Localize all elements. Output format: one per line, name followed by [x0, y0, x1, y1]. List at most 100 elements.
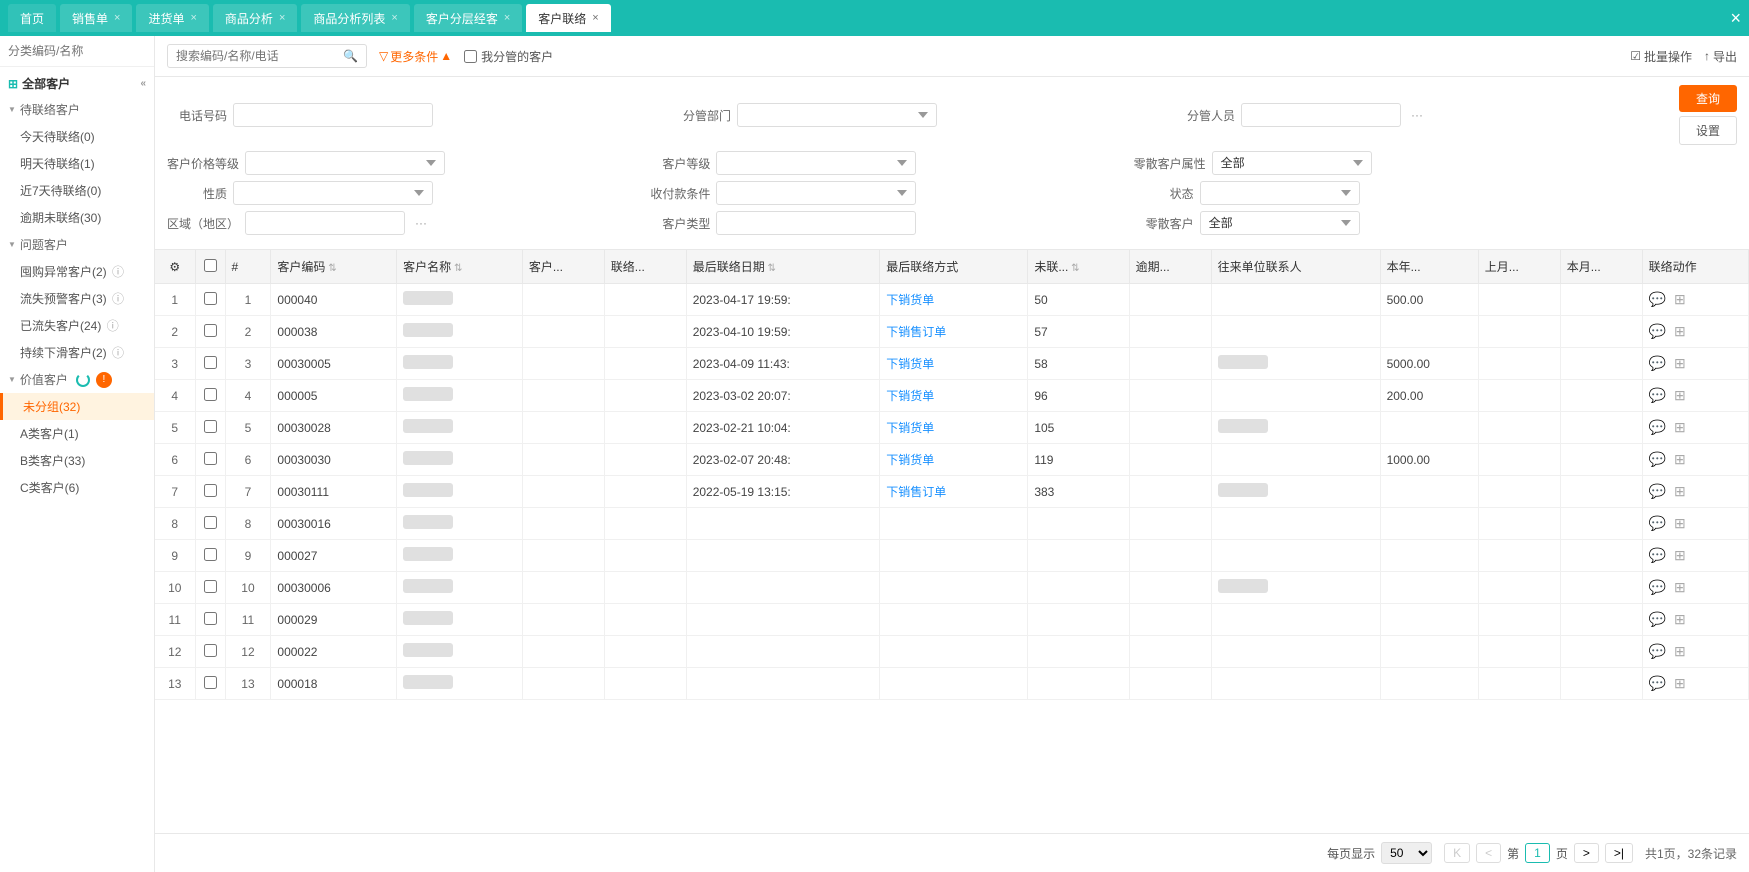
- chat-icon[interactable]: 💬: [1649, 579, 1666, 596]
- my-customers-check[interactable]: [464, 50, 477, 63]
- region-more-btn[interactable]: ···: [411, 216, 431, 230]
- sidebar-item-tomorrow-pending[interactable]: 明天待联络(1): [0, 150, 154, 177]
- my-customers-checkbox[interactable]: 我分管的客户: [464, 48, 553, 65]
- contact-type-link[interactable]: 下销货单: [886, 453, 934, 467]
- price-level-select[interactable]: [245, 151, 445, 175]
- status-select[interactable]: [1200, 181, 1360, 205]
- sidebar-search-input[interactable]: [8, 44, 155, 58]
- close-customer-contact-tab[interactable]: ×: [592, 12, 598, 24]
- sidebar-item-declining[interactable]: 持续下滑客户(2) ⓘ: [0, 339, 154, 366]
- search-icon[interactable]: 🔍: [343, 49, 358, 63]
- chat-icon[interactable]: 💬: [1649, 675, 1666, 692]
- reset-button[interactable]: 设置: [1679, 116, 1737, 145]
- chat-icon[interactable]: 💬: [1649, 323, 1666, 340]
- chat-icon[interactable]: 💬: [1649, 643, 1666, 660]
- tab-sales[interactable]: 销售单 ×: [60, 4, 132, 32]
- apps-icon[interactable]: ⊞: [1674, 451, 1686, 468]
- row-checkbox-1[interactable]: [204, 324, 217, 337]
- th-last-contact-date[interactable]: 最后联络日期: [686, 250, 880, 284]
- query-button[interactable]: 查询: [1679, 85, 1737, 112]
- row-checkbox-12[interactable]: [204, 676, 217, 689]
- row-checkbox-3[interactable]: [204, 388, 217, 401]
- chat-icon[interactable]: 💬: [1649, 419, 1666, 436]
- apps-icon[interactable]: ⊞: [1674, 611, 1686, 628]
- apps-icon[interactable]: ⊞: [1674, 675, 1686, 692]
- chat-icon[interactable]: 💬: [1649, 387, 1666, 404]
- row-checkbox-7[interactable]: [204, 516, 217, 529]
- first-page-button[interactable]: K: [1444, 843, 1470, 863]
- close-product-analysis-tab[interactable]: ×: [279, 12, 285, 24]
- close-purchase-tab[interactable]: ×: [190, 12, 196, 24]
- customer-level-select[interactable]: [716, 151, 916, 175]
- sidebar-group-problem[interactable]: ▼ 问题客户: [0, 231, 154, 258]
- person-more-btn[interactable]: ···: [1407, 108, 1427, 122]
- apps-icon[interactable]: ⊞: [1674, 547, 1686, 564]
- row-checkbox-8[interactable]: [204, 548, 217, 561]
- sidebar-item-today-pending[interactable]: 今天待联络(0): [0, 123, 154, 150]
- row-checkbox-10[interactable]: [204, 612, 217, 625]
- contact-type-link[interactable]: 下销货单: [886, 357, 934, 371]
- contact-type-link[interactable]: 下销货单: [886, 389, 934, 403]
- tab-purchase[interactable]: 进货单 ×: [136, 4, 208, 32]
- sidebar-item-abnormal-purchase[interactable]: 囤购异常客户(2) ⓘ: [0, 258, 154, 285]
- th-name[interactable]: 客户名称: [397, 250, 523, 284]
- close-product-analysis-list-tab[interactable]: ×: [391, 12, 397, 24]
- sidebar-item-overdue-contact[interactable]: 逾期未联络(30): [0, 204, 154, 231]
- region-input[interactable]: [245, 211, 405, 235]
- sidebar-item-ungrouped[interactable]: 未分组(32): [0, 393, 154, 420]
- tab-customer-segment[interactable]: 客户分层经客 ×: [414, 4, 522, 32]
- row-checkbox-4[interactable]: [204, 420, 217, 433]
- sidebar-group-pending[interactable]: ▼ 待联络客户: [0, 96, 154, 123]
- apps-icon[interactable]: ⊞: [1674, 323, 1686, 340]
- tab-product-analysis-list[interactable]: 商品分析列表 ×: [301, 4, 409, 32]
- export-button[interactable]: ↑ 导出: [1704, 48, 1737, 65]
- row-checkbox-11[interactable]: [204, 644, 217, 657]
- batch-op-button[interactable]: ☑ 批量操作: [1630, 48, 1692, 65]
- apps-icon[interactable]: ⊞: [1674, 355, 1686, 372]
- customer-type-input[interactable]: [716, 211, 916, 235]
- last-page-button[interactable]: >|: [1605, 843, 1633, 863]
- more-conditions-button[interactable]: ▽ 更多条件 ▲: [379, 48, 452, 65]
- tab-home[interactable]: 首页: [8, 4, 56, 32]
- chat-icon[interactable]: 💬: [1649, 611, 1666, 628]
- payment-select[interactable]: [716, 181, 916, 205]
- apps-icon[interactable]: ⊞: [1674, 579, 1686, 596]
- tab-customer-contact[interactable]: 客户联络 ×: [526, 4, 610, 32]
- refresh-icon[interactable]: [76, 373, 90, 387]
- th-no-contact[interactable]: 未联...: [1028, 250, 1129, 284]
- select-all-checkbox[interactable]: [204, 259, 217, 272]
- sidebar-item-lost-customers[interactable]: 已流失客户(24) ⓘ: [0, 312, 154, 339]
- close-customer-segment-tab[interactable]: ×: [504, 12, 510, 24]
- chat-icon[interactable]: 💬: [1649, 451, 1666, 468]
- row-checkbox-6[interactable]: [204, 484, 217, 497]
- th-code[interactable]: 客户编码: [271, 250, 397, 284]
- contact-type-link[interactable]: 下销货单: [886, 421, 934, 435]
- sidebar-group-value[interactable]: ▼ 价值客户 !: [0, 366, 154, 393]
- apps-icon[interactable]: ⊞: [1674, 515, 1686, 532]
- apps-icon[interactable]: ⊞: [1674, 643, 1686, 660]
- tab-product-analysis[interactable]: 商品分析 ×: [213, 4, 297, 32]
- contact-type-link[interactable]: 下销售订单: [886, 325, 946, 339]
- apps-icon[interactable]: ⊞: [1674, 291, 1686, 308]
- chat-icon[interactable]: 💬: [1649, 547, 1666, 564]
- th-settings[interactable]: ⚙: [155, 250, 195, 284]
- chat-icon[interactable]: 💬: [1649, 291, 1666, 308]
- person-input[interactable]: [1241, 103, 1401, 127]
- sidebar-item-class-b[interactable]: B类客户(33): [0, 447, 154, 474]
- page-size-select[interactable]: 50 20 100: [1381, 842, 1432, 864]
- chat-icon[interactable]: 💬: [1649, 483, 1666, 500]
- chat-icon[interactable]: 💬: [1649, 515, 1666, 532]
- sidebar-item-class-c[interactable]: C类客户(6): [0, 474, 154, 501]
- row-checkbox-2[interactable]: [204, 356, 217, 369]
- window-close-button[interactable]: ×: [1730, 8, 1741, 29]
- retail-select[interactable]: 全部: [1200, 211, 1360, 235]
- chat-icon[interactable]: 💬: [1649, 355, 1666, 372]
- contact-type-link[interactable]: 下销售订单: [886, 485, 946, 499]
- contact-type-link[interactable]: 下销货单: [886, 293, 934, 307]
- sidebar-item-loss-warning[interactable]: 流失预警客户(3) ⓘ: [0, 285, 154, 312]
- dept-select[interactable]: [737, 103, 937, 127]
- row-checkbox-5[interactable]: [204, 452, 217, 465]
- apps-icon[interactable]: ⊞: [1674, 387, 1686, 404]
- nature-select[interactable]: [233, 181, 433, 205]
- sidebar-item-class-a[interactable]: A类客户(1): [0, 420, 154, 447]
